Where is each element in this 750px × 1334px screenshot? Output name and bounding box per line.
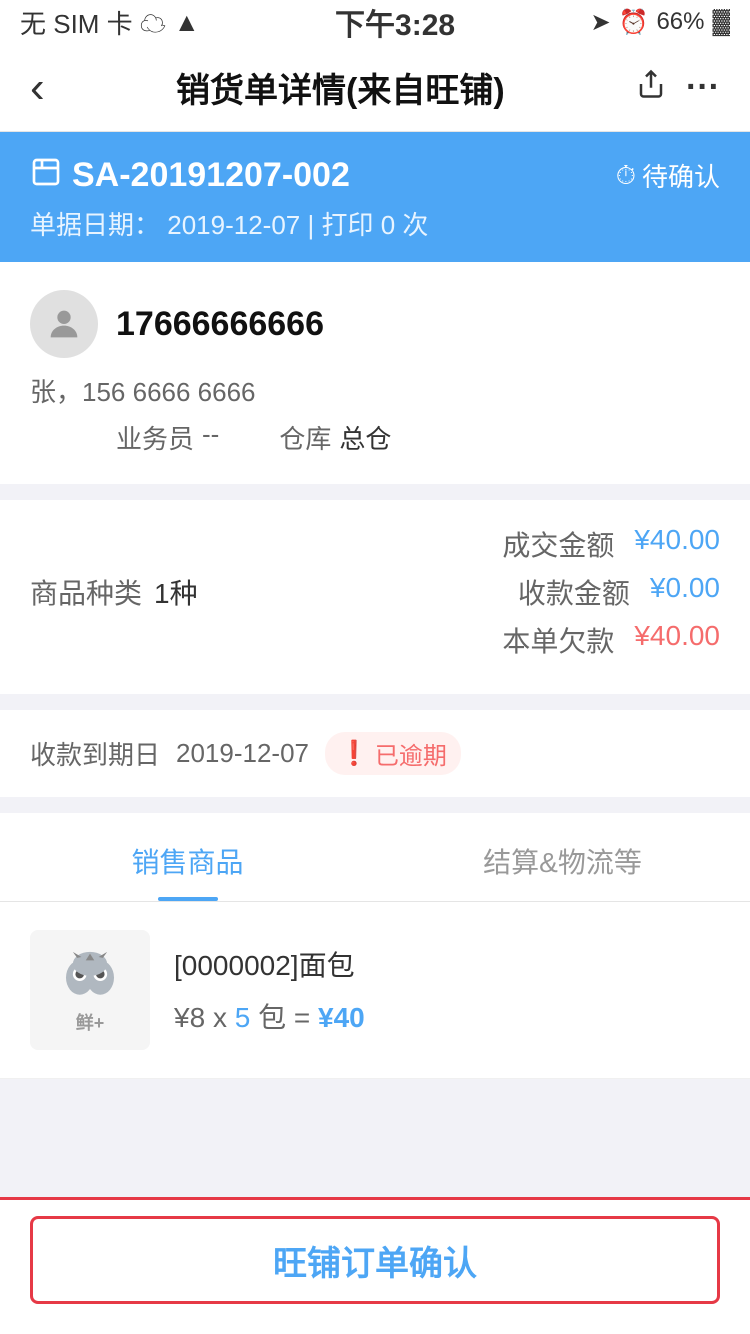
clock-icon: ⏱ xyxy=(616,160,636,192)
sales-field: 业务员 -- xyxy=(116,419,219,456)
battery-icon: ▓ xyxy=(712,8,730,36)
sales-label: 业务员 xyxy=(116,419,194,456)
product-unit: 包 xyxy=(258,1002,286,1033)
status-right: ➤ ⏰ 66% ▓ xyxy=(590,8,730,37)
debt-value: ¥40.00 xyxy=(634,620,720,660)
due-date-value: 2019-12-07 xyxy=(176,738,309,769)
customer-top: 17666666666 xyxy=(30,290,720,358)
sales-value: -- xyxy=(202,419,219,456)
order-date-info: 单据日期： 2019-12-07 | 打印 0 次 xyxy=(30,205,720,242)
debt-amount-line: 本单欠款 ¥40.00 xyxy=(502,620,720,660)
product-logo: 鲜+ xyxy=(55,945,125,1035)
collected-label: 收款金额 xyxy=(518,572,630,612)
product-qty: 5 xyxy=(235,1002,251,1033)
due-date-section: 收款到期日 2019-12-07 ❗ 已逾期 xyxy=(0,710,750,797)
deal-amount-label: 成交金额 xyxy=(502,524,614,564)
order-icon xyxy=(30,156,62,195)
nav-right: ··· xyxy=(636,68,720,107)
tab-products[interactable]: 销售商品 xyxy=(0,813,375,901)
sim-label: 无 SIM 卡 ☁ xyxy=(20,4,166,41)
battery-label: 66% xyxy=(656,8,704,36)
status-left: 无 SIM 卡 ☁ ▲ xyxy=(20,4,200,41)
amounts-right-block: 成交金额 ¥40.00 收款金额 ¥0.00 本单欠款 ¥40.00 xyxy=(502,524,720,660)
product-type-block: 商品种类 1种 xyxy=(30,572,198,612)
more-button[interactable]: ··· xyxy=(686,68,720,107)
deal-amount-value: ¥40.00 xyxy=(634,524,720,564)
location-icon: ➤ xyxy=(590,8,610,37)
share-button[interactable] xyxy=(636,69,666,107)
order-header: SA-20191207-002 ⏱ 待确认 单据日期： 2019-12-07 |… xyxy=(0,132,750,262)
product-item: 鲜+ [0000002]面包 ¥8 x 5 包 = ¥40 xyxy=(0,902,750,1079)
back-button[interactable]: ‹ xyxy=(30,63,45,113)
tabs-section: 销售商品 结算&物流等 xyxy=(0,813,750,902)
customer-meta: 业务员 -- 仓库 总仓 xyxy=(30,419,720,456)
customer-sub: 张，156 6666 6666 xyxy=(30,372,720,409)
amounts-section: 商品种类 1种 成交金额 ¥40.00 收款金额 ¥0.00 本单欠款 ¥40.… xyxy=(0,500,750,694)
alarm-icon: ⏰ xyxy=(619,8,649,37)
wifi-icon: ▲ xyxy=(174,7,200,38)
product-thumbnail: 鲜+ xyxy=(30,930,150,1050)
product-price-row: ¥8 x 5 包 = ¥40 xyxy=(174,996,720,1036)
order-id: SA-20191207-002 xyxy=(30,156,350,195)
tab-settlement[interactable]: 结算&物流等 xyxy=(375,813,750,901)
product-price: ¥8 xyxy=(174,1002,205,1033)
customer-section: 17666666666 张，156 6666 6666 业务员 -- 仓库 总仓 xyxy=(0,262,750,484)
overdue-text: 已逾期 xyxy=(375,736,447,771)
overdue-icon: ❗ xyxy=(339,739,369,768)
deal-amount-line: 成交金额 ¥40.00 xyxy=(502,524,720,564)
collected-value: ¥0.00 xyxy=(650,572,720,612)
bottom-bar: 旺铺订单确认 xyxy=(0,1197,750,1334)
due-date-label: 收款到期日 xyxy=(30,735,160,772)
status-bar: 无 SIM 卡 ☁ ▲ 下午3:28 ➤ ⏰ 66% ▓ xyxy=(0,0,750,44)
confirm-order-button[interactable]: 旺铺订单确认 xyxy=(30,1216,720,1304)
warehouse-value: 总仓 xyxy=(339,419,391,456)
amounts-row: 商品种类 1种 成交金额 ¥40.00 收款金额 ¥0.00 本单欠款 ¥40.… xyxy=(30,524,720,660)
equals-sign: = xyxy=(294,1002,318,1033)
nav-left: ‹ xyxy=(30,63,45,113)
product-total: ¥40 xyxy=(318,1002,365,1033)
avatar xyxy=(30,290,98,358)
nav-bar: ‹ 销货单详情(来自旺铺) ··· xyxy=(0,44,750,132)
warehouse-field: 仓库 总仓 xyxy=(279,419,391,456)
customer-name: 17666666666 xyxy=(116,305,324,344)
order-header-top: SA-20191207-002 ⏱ 待确认 xyxy=(30,156,720,195)
product-type-label: 商品种类 xyxy=(30,572,142,612)
customer-alias: 张，156 6666 6666 xyxy=(30,372,256,409)
product-name: [0000002]面包 xyxy=(174,944,720,984)
multiply-sign: x xyxy=(213,1002,235,1033)
page-title: 销货单详情(来自旺铺) xyxy=(176,63,505,112)
product-info: [0000002]面包 ¥8 x 5 包 = ¥40 xyxy=(174,944,720,1036)
collected-amount-line: 收款金额 ¥0.00 xyxy=(518,572,720,612)
debt-label: 本单欠款 xyxy=(502,620,614,660)
status-time: 下午3:28 xyxy=(335,0,455,44)
product-section: 鲜+ [0000002]面包 ¥8 x 5 包 = ¥40 xyxy=(0,902,750,1079)
warehouse-label: 仓库 xyxy=(279,419,331,456)
order-status: ⏱ 待确认 xyxy=(616,157,720,194)
product-type-value: 1种 xyxy=(154,572,198,612)
overdue-badge: ❗ 已逾期 xyxy=(325,732,461,775)
